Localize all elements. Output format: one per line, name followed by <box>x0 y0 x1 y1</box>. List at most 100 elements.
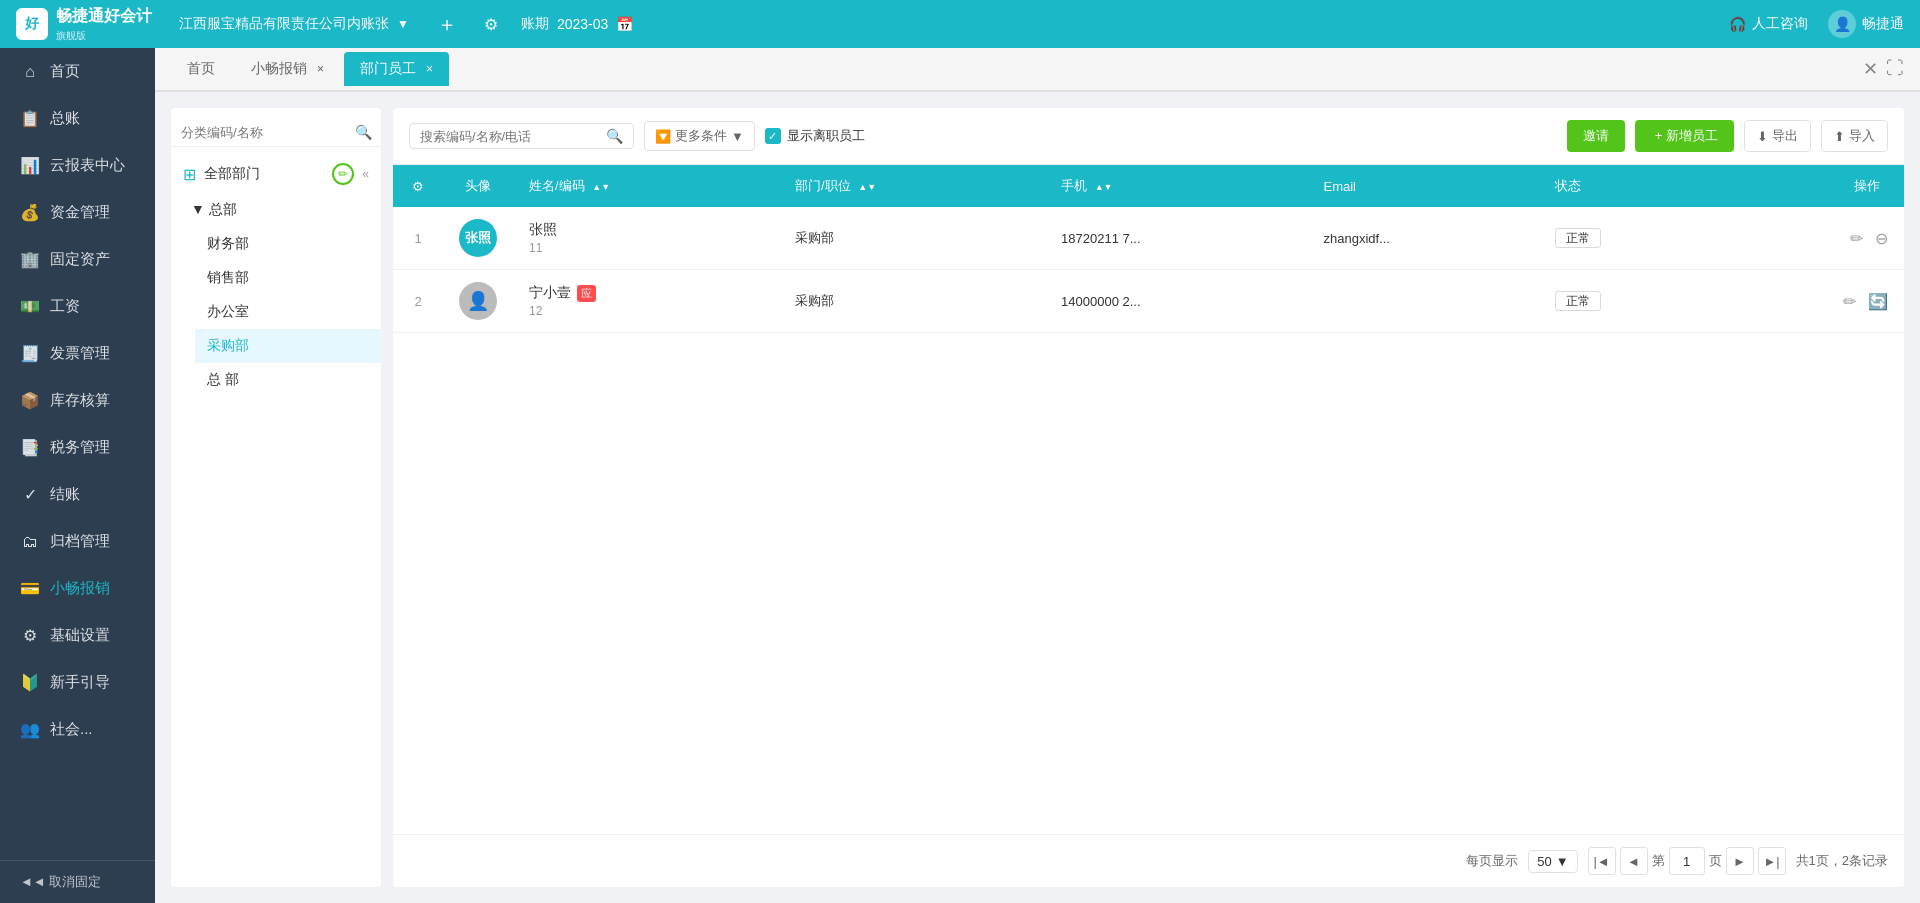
refresh-icon-2[interactable]: 🔄 <box>1868 292 1888 311</box>
next-page-btn[interactable]: ► <box>1726 847 1754 875</box>
close-window-icon[interactable]: ✕ <box>1863 58 1878 80</box>
cancel-fixed-btn[interactable]: ◄◄ 取消固定 <box>0 860 155 903</box>
salary-icon: 💵 <box>20 297 40 316</box>
filter-btn[interactable]: 🔽 更多条件 ▼ <box>644 121 755 151</box>
header-actions: ＋ ⚙ <box>433 10 505 38</box>
page-input[interactable] <box>1669 847 1705 875</box>
search-icon[interactable]: 🔍 <box>606 128 623 144</box>
search-input[interactable] <box>420 129 600 144</box>
last-page-btn[interactable]: ►| <box>1758 847 1786 875</box>
sort-arrows-phone: ▲▼ <box>1095 183 1113 193</box>
dept-edit-icon[interactable]: ✏ <box>332 163 354 185</box>
add-icon[interactable]: ＋ <box>433 10 461 38</box>
calendar-icon[interactable]: 📅 <box>616 16 633 32</box>
fund-icon: 💰 <box>20 203 40 222</box>
col-dept[interactable]: 部门/职位 ▲▼ <box>779 165 1045 207</box>
sidebar-item-cloud-reports[interactable]: 📊 云报表中心 <box>0 142 155 189</box>
expand-window-icon[interactable]: ⛶ <box>1886 58 1904 80</box>
per-page-select[interactable]: 50 ▼ <box>1528 850 1577 873</box>
tab-home[interactable]: 首页 <box>171 52 231 86</box>
export-button[interactable]: ⬇ 导出 <box>1744 120 1811 152</box>
prev-page-btn[interactable]: ◄ <box>1620 847 1648 875</box>
settings-icon[interactable]: ⚙ <box>477 10 505 38</box>
sidebar-item-tax[interactable]: 📑 税务管理 <box>0 424 155 471</box>
dept-node-sales[interactable]: 销售部 <box>195 261 381 295</box>
sidebar-item-fixed-assets[interactable]: 🏢 固定资产 <box>0 236 155 283</box>
invite-button[interactable]: 邀请 <box>1567 120 1625 152</box>
dept-node-general[interactable]: 总 部 <box>195 363 381 397</box>
col-setting[interactable]: ⚙ <box>393 165 443 207</box>
tab-dept-emp[interactable]: 部门员工 × <box>344 52 449 86</box>
sidebar-item-guide[interactable]: 🔰 新手引导 <box>0 659 155 706</box>
social-icon: 👥 <box>20 720 40 739</box>
period-value[interactable]: 2023-03 <box>557 16 608 32</box>
tab-home-label: 首页 <box>187 60 215 78</box>
first-page-btn[interactable]: |◄ <box>1588 847 1616 875</box>
service-label: 人工咨询 <box>1752 15 1808 33</box>
dept-node-purchase[interactable]: 采购部 <box>195 329 381 363</box>
chart-icon: 📊 <box>20 156 40 175</box>
page-unit: 页 <box>1709 852 1722 870</box>
dept-node-office[interactable]: 办公室 <box>195 295 381 329</box>
table-row: 1 张照 张照 11 <box>393 207 1904 270</box>
ying-badge: 应 <box>577 285 596 302</box>
page-content: 🔍 ⊞ 全部部门 ✏ « ▼ 总部 财务部 销售部 办公室 <box>155 92 1920 903</box>
sidebar-item-salary[interactable]: 💵 工资 <box>0 283 155 330</box>
service-btn[interactable]: 🎧 人工咨询 <box>1729 15 1808 33</box>
period-section: 账期 2023-03 📅 <box>521 15 633 33</box>
sidebar-item-label: 结账 <box>50 485 80 504</box>
edit-icon-2[interactable]: ✏ <box>1843 292 1856 311</box>
avatar-zhang: 张照 <box>459 219 497 257</box>
dept-search-input[interactable] <box>181 125 349 140</box>
tabs-bar: 首页 小畅报销 × 部门员工 × ✕ ⛶ <box>155 48 1920 92</box>
tab-dept-emp-close[interactable]: × <box>426 62 433 76</box>
dept-node-finance[interactable]: 财务部 <box>195 227 381 261</box>
show-left-check[interactable]: ✓ 显示离职员工 <box>765 127 865 145</box>
sidebar-item-label: 归档管理 <box>50 532 110 551</box>
company-name: 江西服宝精品有限责任公司内账张 <box>179 15 389 33</box>
row2-status: 正常 <box>1539 270 1723 333</box>
add-employee-button[interactable]: + 新增员工 <box>1635 120 1734 152</box>
all-dept-label: 全部部门 <box>204 165 260 183</box>
collapse-icon[interactable]: « <box>362 167 369 181</box>
edit-icon-1[interactable]: ✏ <box>1850 229 1863 248</box>
sidebar-item-label: 小畅报销 <box>50 579 110 598</box>
per-page-label: 每页显示 <box>1466 852 1518 870</box>
sidebar-item-invoice[interactable]: 🧾 发票管理 <box>0 330 155 377</box>
sidebar-item-home[interactable]: ⌂ 首页 <box>0 48 155 95</box>
home-icon: ⌂ <box>20 63 40 81</box>
user-name: 畅捷通 <box>1862 15 1904 33</box>
filter-icon: 🔽 <box>655 129 671 144</box>
content-area: 首页 小畅报销 × 部门员工 × ✕ ⛶ 🔍 <box>155 48 1920 903</box>
sidebar-item-social[interactable]: 👥 社会... <box>0 706 155 753</box>
sidebar-item-basic-settings[interactable]: ⚙ 基础设置 <box>0 612 155 659</box>
app-sub: 旗舰版 <box>56 29 152 43</box>
sidebar-item-archive[interactable]: 🗂 归档管理 <box>0 518 155 565</box>
sidebar-item-expense[interactable]: 💳 小畅报销 <box>0 565 155 612</box>
dept-all-row[interactable]: ⊞ 全部部门 ✏ « <box>171 155 381 193</box>
page-nav: |◄ ◄ 第 页 ► ►| <box>1588 847 1786 875</box>
period-label: 账期 <box>521 15 549 33</box>
search-box: 🔍 <box>409 123 634 149</box>
col-phone[interactable]: 手机 ▲▼ <box>1045 165 1307 207</box>
cancel-fixed-label: ◄◄ 取消固定 <box>20 873 101 891</box>
sidebar-item-fund-management[interactable]: 💰 资金管理 <box>0 189 155 236</box>
table-panel: 🔍 🔽 更多条件 ▼ ✓ 显示离职员工 邀请 <box>393 108 1904 887</box>
sidebar-item-label: 库存核算 <box>50 391 110 410</box>
col-name[interactable]: 姓名/编码 ▲▼ <box>513 165 779 207</box>
user-area[interactable]: 👤 畅捷通 <box>1828 10 1904 38</box>
dept-tree: ▼ 总部 财务部 销售部 办公室 采购部 总 部 <box>171 193 381 397</box>
tab-expense-close[interactable]: × <box>317 62 324 76</box>
sidebar-item-general-ledger[interactable]: 📋 总账 <box>0 95 155 142</box>
row1-actions: ✏ ⊖ <box>1723 207 1904 270</box>
company-selector[interactable]: 江西服宝精品有限责任公司内账张 ▼ <box>171 11 417 37</box>
logout-icon-1[interactable]: ⊖ <box>1875 229 1888 248</box>
dept-node-zongbu[interactable]: ▼ 总部 <box>179 193 381 227</box>
sidebar-item-label: 资金管理 <box>50 203 110 222</box>
sidebar-item-inventory[interactable]: 📦 库存核算 <box>0 377 155 424</box>
import-button[interactable]: ⬆ 导入 <box>1821 120 1888 152</box>
search-icon[interactable]: 🔍 <box>355 124 372 140</box>
pagination: 每页显示 50 ▼ |◄ ◄ 第 页 ► ►| 共1页，2条记录 <box>393 834 1904 887</box>
tab-expense[interactable]: 小畅报销 × <box>235 52 340 86</box>
sidebar-item-closing[interactable]: ✓ 结账 <box>0 471 155 518</box>
